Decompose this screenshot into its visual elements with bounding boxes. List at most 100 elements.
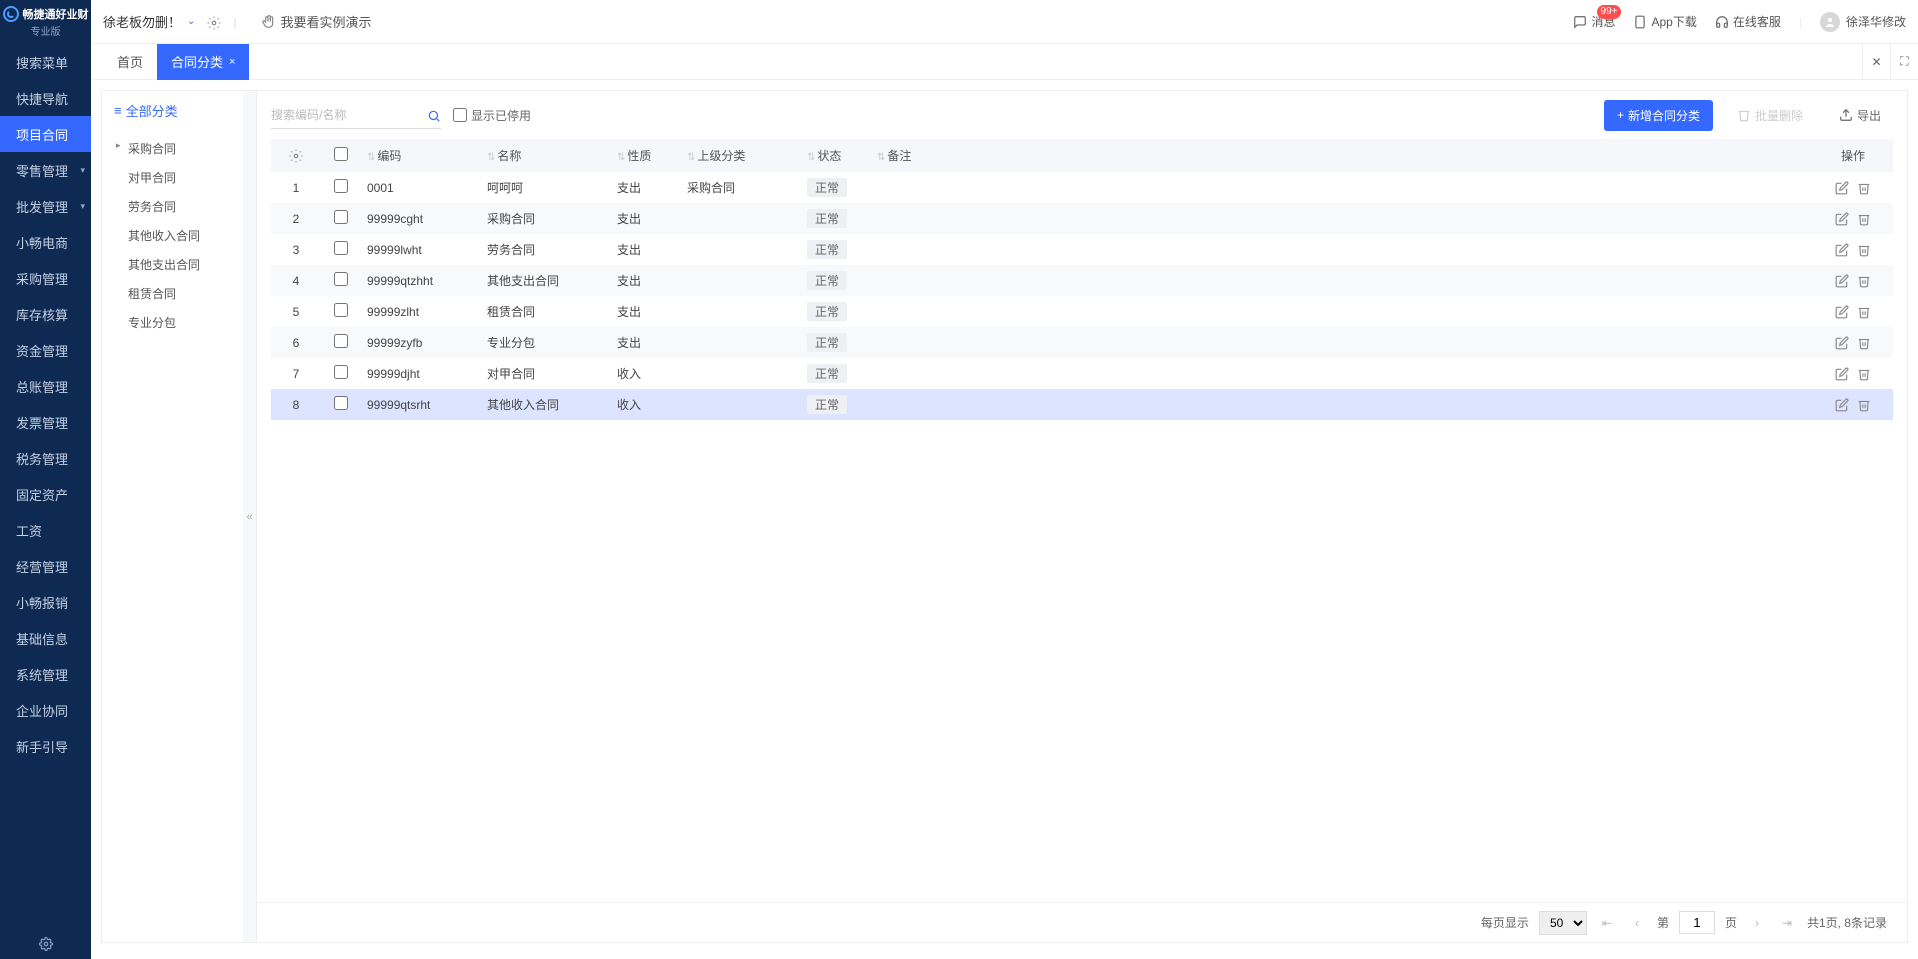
collapse-tree-button[interactable]: « bbox=[243, 90, 257, 943]
next-page-button[interactable]: › bbox=[1747, 916, 1767, 930]
tab[interactable]: 合同分类× bbox=[157, 44, 249, 80]
tree-item[interactable]: 其他收入合同 bbox=[102, 221, 243, 250]
edit-button[interactable] bbox=[1835, 335, 1849, 349]
last-page-button[interactable]: ⇥ bbox=[1777, 916, 1797, 930]
first-page-button[interactable]: ⇤ bbox=[1597, 916, 1617, 930]
cell-code: 99999qtzhht bbox=[361, 265, 481, 296]
show-disabled-checkbox[interactable] bbox=[453, 108, 467, 122]
per-page-select[interactable]: 50 bbox=[1539, 911, 1587, 935]
delete-button[interactable] bbox=[1857, 180, 1871, 194]
row-checkbox[interactable] bbox=[334, 365, 348, 379]
row-checkbox[interactable] bbox=[334, 334, 348, 348]
col-status[interactable]: 状态 bbox=[801, 139, 871, 172]
delete-button[interactable] bbox=[1857, 304, 1871, 318]
delete-button[interactable] bbox=[1857, 242, 1871, 256]
col-name[interactable]: 名称 bbox=[481, 139, 611, 172]
sidebar-item-funds[interactable]: 资金管理 bbox=[0, 332, 91, 368]
table-settings-button[interactable] bbox=[271, 139, 321, 172]
tab[interactable]: 首页 bbox=[103, 44, 157, 80]
sidebar-item-search[interactable]: 搜索菜单 bbox=[0, 44, 91, 80]
tree-item[interactable]: 采购合同 bbox=[102, 134, 243, 163]
org-selector[interactable]: 徐老板勿删！ ⌄ bbox=[103, 12, 195, 31]
delete-button[interactable] bbox=[1857, 366, 1871, 380]
demo-link[interactable]: 我要看实例演示 bbox=[261, 12, 372, 31]
category-tree-panel: ≡ 全部分类 采购合同对甲合同劳务合同其他收入合同其他支出合同租赁合同专业分包 bbox=[101, 90, 243, 943]
table-row[interactable]: 899999qtsrht其他收入合同收入正常 bbox=[271, 389, 1893, 420]
table-row[interactable]: 299999cght采购合同支出正常 bbox=[271, 203, 1893, 234]
sidebar-item-label: 采购管理 bbox=[16, 269, 68, 288]
col-code[interactable]: 编码 bbox=[361, 139, 481, 172]
sidebar-item-tax[interactable]: 税务管理 bbox=[0, 440, 91, 476]
sidebar-item-biz[interactable]: 经营管理 bbox=[0, 548, 91, 584]
export-button[interactable]: 导出 bbox=[1827, 101, 1893, 130]
edit-button[interactable] bbox=[1835, 304, 1849, 318]
search-button[interactable] bbox=[427, 106, 441, 122]
messages-button[interactable]: 消息 99+ bbox=[1573, 13, 1615, 30]
col-remark[interactable]: 备注 bbox=[871, 139, 1813, 172]
row-checkbox[interactable] bbox=[334, 272, 348, 286]
sidebar-item-guide[interactable]: 新手引导 bbox=[0, 728, 91, 764]
tree-item[interactable]: 劳务合同 bbox=[102, 192, 243, 221]
fullscreen-button[interactable]: ⛶ bbox=[1890, 44, 1918, 80]
sidebar-item-quicknav[interactable]: 快捷导航 bbox=[0, 80, 91, 116]
page-input[interactable] bbox=[1679, 911, 1715, 934]
row-checkbox[interactable] bbox=[334, 210, 348, 224]
app-download-button[interactable]: App下载 bbox=[1633, 13, 1696, 30]
edit-button[interactable] bbox=[1835, 180, 1849, 194]
delete-button[interactable] bbox=[1857, 335, 1871, 349]
edit-button[interactable] bbox=[1835, 211, 1849, 225]
add-category-button[interactable]: + 新增合同分类 bbox=[1604, 100, 1713, 131]
delete-button[interactable] bbox=[1857, 273, 1871, 287]
table-row[interactable]: 499999qtzhht其他支出合同支出正常 bbox=[271, 265, 1893, 296]
batch-delete-button[interactable]: 批量删除 bbox=[1725, 101, 1815, 130]
table-row[interactable]: 10001呵呵呵支出采购合同正常 bbox=[271, 172, 1893, 203]
select-all-checkbox[interactable] bbox=[334, 147, 348, 161]
sidebar-item-project[interactable]: 项目合同 bbox=[0, 116, 91, 152]
table-row[interactable]: 399999lwht劳务合同支出正常 bbox=[271, 234, 1893, 265]
delete-button[interactable] bbox=[1857, 211, 1871, 225]
row-checkbox[interactable] bbox=[334, 396, 348, 410]
sidebar-item-ec[interactable]: 小畅电商 bbox=[0, 224, 91, 260]
show-disabled-toggle[interactable]: 显示已停用 bbox=[453, 107, 531, 124]
col-nature[interactable]: 性质 bbox=[611, 139, 681, 172]
table-row[interactable]: 599999zlht租赁合同支出正常 bbox=[271, 296, 1893, 327]
table-row[interactable]: 699999zyfb专业分包支出正常 bbox=[271, 327, 1893, 358]
sidebar-item-purchase[interactable]: 采购管理 bbox=[0, 260, 91, 296]
cell-name: 对甲合同 bbox=[481, 358, 611, 389]
tree-item[interactable]: 对甲合同 bbox=[102, 163, 243, 192]
sidebar-item-salary[interactable]: 工资 bbox=[0, 512, 91, 548]
edit-button[interactable] bbox=[1835, 397, 1849, 411]
sidebar-item-inventory[interactable]: 库存核算 bbox=[0, 296, 91, 332]
edit-button[interactable] bbox=[1835, 242, 1849, 256]
sidebar-item-wholesale[interactable]: 批发管理▾ bbox=[0, 188, 91, 224]
row-checkbox[interactable] bbox=[334, 241, 348, 255]
sidebar-item-coop[interactable]: 企业协同 bbox=[0, 692, 91, 728]
edit-button[interactable] bbox=[1835, 366, 1849, 380]
row-checkbox[interactable] bbox=[334, 303, 348, 317]
delete-button[interactable] bbox=[1857, 397, 1871, 411]
row-checkbox[interactable] bbox=[334, 179, 348, 193]
tree-item[interactable]: 其他支出合同 bbox=[102, 250, 243, 279]
edit-button[interactable] bbox=[1835, 273, 1849, 287]
sidebar-item-gl[interactable]: 总账管理 bbox=[0, 368, 91, 404]
tree-root[interactable]: ≡ 全部分类 bbox=[102, 91, 243, 130]
close-tab-button[interactable]: ✕ bbox=[1862, 44, 1890, 80]
sidebar-item-sys[interactable]: 系统管理 bbox=[0, 656, 91, 692]
close-icon[interactable]: × bbox=[229, 56, 235, 68]
prev-page-button[interactable]: ‹ bbox=[1627, 916, 1647, 930]
sidebar-settings[interactable] bbox=[0, 929, 91, 959]
col-parent[interactable]: 上级分类 bbox=[681, 139, 801, 172]
sidebar-item-invoice[interactable]: 发票管理 bbox=[0, 404, 91, 440]
user-menu[interactable]: 徐泽华修改 bbox=[1820, 12, 1906, 32]
org-settings-button[interactable] bbox=[207, 13, 221, 29]
sidebar-item-retail[interactable]: 零售管理▾ bbox=[0, 152, 91, 188]
search-input[interactable] bbox=[271, 102, 427, 128]
sidebar-item-asset[interactable]: 固定资产 bbox=[0, 476, 91, 512]
tree-item[interactable]: 专业分包 bbox=[102, 308, 243, 337]
sidebar-item-reimburse[interactable]: 小畅报销 bbox=[0, 584, 91, 620]
table-row[interactable]: 799999djht对甲合同收入正常 bbox=[271, 358, 1893, 389]
brand-logo[interactable]: 畅捷通好业财 专业版 bbox=[0, 0, 91, 44]
tree-item[interactable]: 租赁合同 bbox=[102, 279, 243, 308]
support-button[interactable]: 在线客服 bbox=[1715, 13, 1781, 30]
sidebar-item-base[interactable]: 基础信息 bbox=[0, 620, 91, 656]
